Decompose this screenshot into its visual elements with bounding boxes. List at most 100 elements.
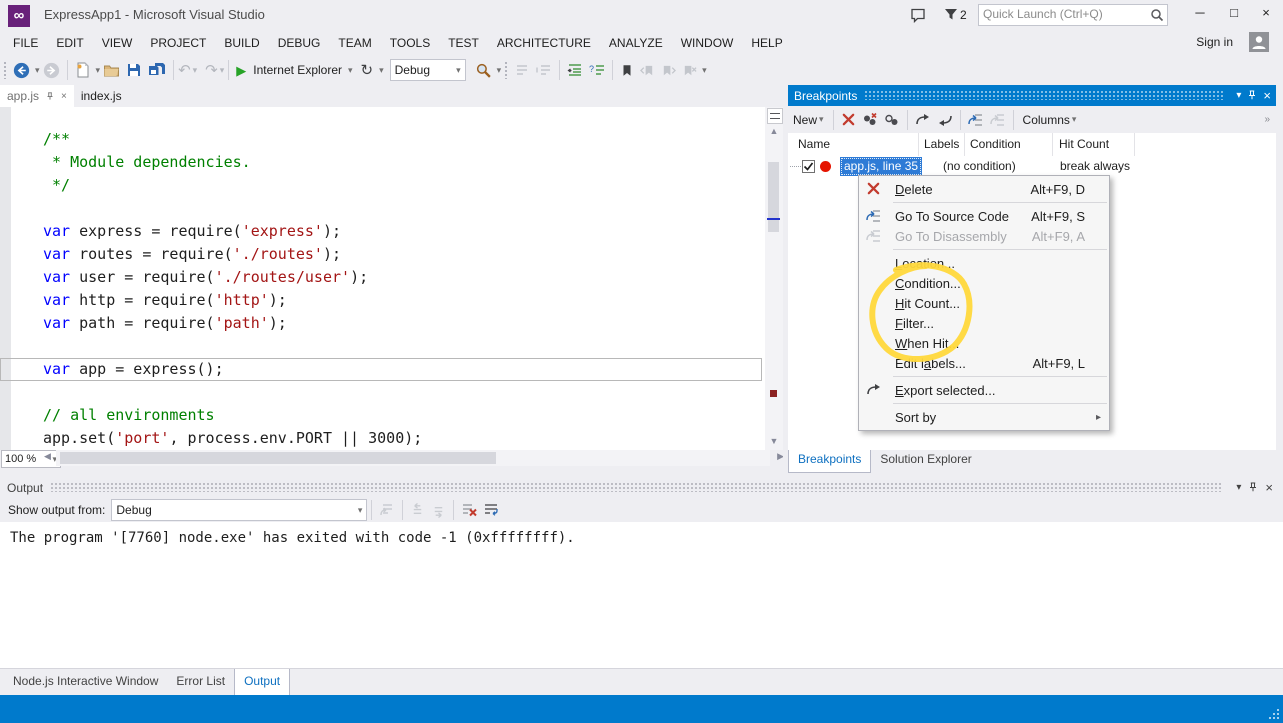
new-file-caret-icon[interactable]: ▾ [96, 66, 101, 75]
bottom-tab-error-list[interactable]: Error List [167, 669, 234, 696]
previous-message-button[interactable] [408, 498, 427, 522]
close-button[interactable]: × [1251, 0, 1281, 26]
editor-horizontal-scrollbar[interactable]: ◀ ▶ [56, 450, 770, 466]
new-file-button[interactable] [73, 58, 93, 82]
find-caret-icon[interactable]: ▾ [497, 66, 502, 75]
menu-item-build[interactable]: BUILD [215, 36, 268, 50]
find-message-button[interactable] [377, 498, 397, 522]
context-menu-item-filter[interactable]: Filter... [859, 313, 1109, 333]
navigate-forward-button[interactable] [41, 58, 62, 82]
context-menu-item-location[interactable]: Location... [859, 253, 1109, 273]
go-to-disassembly-button[interactable] [988, 108, 1008, 132]
output-menu-caret-icon[interactable]: ▾ [1236, 483, 1241, 493]
column-header-labels[interactable]: Labels [924, 137, 959, 151]
breakpoint-name[interactable]: app.js, line 35 [840, 157, 922, 176]
context-menu-item-delete[interactable]: DeleteAlt+F9, D [859, 179, 1109, 199]
delete-breakpoint-button[interactable] [839, 108, 858, 132]
output-pin-icon[interactable] [1247, 481, 1259, 494]
refresh-caret-icon[interactable]: ▾ [379, 66, 384, 75]
next-bookmark-button[interactable] [659, 58, 678, 82]
menu-item-help[interactable]: HELP [742, 36, 791, 50]
user-avatar-icon[interactable] [1249, 32, 1269, 52]
columns-button[interactable]: Columns ▾ [1018, 113, 1082, 127]
context-menu-item-hit-count[interactable]: Hit Count... [859, 293, 1109, 313]
redo-caret-icon[interactable]: ▾ [220, 66, 225, 75]
save-button[interactable] [124, 58, 144, 82]
maximize-button[interactable]: □ [1219, 0, 1249, 26]
toolbar-overflow-caret-icon[interactable]: ▾ [702, 66, 707, 75]
scroll-down-icon[interactable]: ▼ [765, 437, 783, 446]
sign-in-link[interactable]: Sign in [1196, 35, 1233, 49]
format-selection-button[interactable]: ? [587, 58, 607, 82]
undo-button[interactable]: ↶ [178, 63, 191, 78]
menu-item-analyze[interactable]: ANALYZE [600, 36, 672, 50]
breakpoint-checkbox[interactable] [802, 160, 815, 173]
clear-bookmarks-button[interactable] [680, 58, 699, 82]
go-to-source-button[interactable] [966, 108, 986, 132]
undo-caret-icon[interactable]: ▾ [193, 66, 198, 75]
panel-menu-caret-icon[interactable]: ▾ [1236, 91, 1241, 101]
toolbar-grip[interactable] [3, 61, 7, 79]
column-header-name[interactable]: Name [798, 137, 830, 151]
column-header-condition[interactable]: Condition [970, 137, 1021, 151]
context-menu-item-export-selected[interactable]: Export selected... [859, 380, 1109, 400]
menu-item-window[interactable]: WINDOW [672, 36, 743, 50]
context-menu-item-go-to-source-code[interactable]: Go To Source CodeAlt+F9, S [859, 206, 1109, 226]
next-message-button[interactable] [429, 498, 448, 522]
bottom-tab-output[interactable]: Output [234, 669, 290, 697]
menu-item-test[interactable]: TEST [439, 36, 488, 50]
pin-icon[interactable] [45, 91, 55, 102]
comment-out-button[interactable] [512, 58, 532, 82]
clear-all-output-button[interactable] [459, 498, 479, 522]
output-title-bar[interactable]: Output ▾ × [0, 477, 1283, 498]
feedback-icon[interactable] [910, 7, 928, 23]
breakpoints-title-bar[interactable]: Breakpoints ▾ × [788, 85, 1276, 106]
save-all-button[interactable] [146, 58, 168, 82]
minimize-button[interactable]: ─ [1185, 0, 1215, 26]
scroll-up-icon[interactable]: ▲ [765, 127, 783, 136]
breakpoint-row[interactable]: app.js, line 35 (no condition) break alw… [788, 157, 1276, 176]
redo-button[interactable]: ↷ [205, 63, 218, 78]
menu-item-project[interactable]: PROJECT [141, 36, 215, 50]
new-breakpoint-button[interactable]: New ▾ [788, 113, 829, 127]
output-text-area[interactable]: The program '[7760] node.exe' has exited… [0, 522, 1283, 668]
code-editor[interactable]: /** * Module dependencies. */var express… [0, 107, 765, 450]
quick-launch-input[interactable] [979, 5, 1145, 23]
close-tab-icon[interactable]: × [61, 91, 67, 102]
panel-close-icon[interactable]: × [1263, 89, 1271, 102]
toolbar-grip-2[interactable] [504, 61, 508, 79]
decrease-indent-button[interactable] [565, 58, 585, 82]
context-menu-item-when-hit[interactable]: When Hit... [859, 333, 1109, 353]
editor-vertical-scrollbar[interactable]: ▲ ▼ [765, 107, 783, 450]
menu-item-view[interactable]: VIEW [93, 36, 142, 50]
vertical-scroll-thumb[interactable] [768, 162, 779, 232]
find-in-files-button[interactable] [473, 58, 494, 82]
context-menu-item-sort-by[interactable]: Sort by▸ [859, 407, 1109, 427]
menu-item-team[interactable]: TEAM [329, 36, 380, 50]
menu-item-debug[interactable]: DEBUG [269, 36, 330, 50]
resize-grip[interactable] [1268, 708, 1281, 721]
toggle-all-breakpoints-button[interactable] [882, 108, 902, 132]
editor-zoom-select[interactable]: 100 % ▾ [1, 450, 61, 468]
word-wrap-button[interactable] [481, 498, 501, 522]
open-file-button[interactable] [101, 58, 122, 82]
scroll-left-icon[interactable]: ◀ [44, 452, 51, 461]
panel-tab-solution-explorer[interactable]: Solution Explorer [871, 450, 980, 472]
menu-item-file[interactable]: FILE [4, 36, 47, 50]
browse-target-label[interactable]: Internet Explorer [253, 63, 342, 77]
context-menu-item-condition[interactable]: Condition... [859, 273, 1109, 293]
uncomment-button[interactable] [534, 58, 554, 82]
bottom-tab-node-js-interactive-window[interactable]: Node.js Interactive Window [4, 669, 167, 696]
output-close-icon[interactable]: × [1265, 481, 1273, 494]
browse-target-caret-icon[interactable]: ▾ [348, 66, 353, 75]
editor-tab-app-js[interactable]: app.js× [0, 85, 74, 107]
column-header-hit-count[interactable]: Hit Count [1059, 137, 1109, 151]
pin-icon[interactable] [1246, 89, 1258, 102]
back-dropdown-caret-icon[interactable]: ▾ [35, 66, 40, 75]
previous-bookmark-button[interactable] [638, 58, 657, 82]
split-window-handle[interactable] [767, 108, 783, 124]
refresh-icon[interactable]: ↻ [361, 63, 374, 78]
menu-item-tools[interactable]: TOOLS [381, 36, 439, 50]
editor-tab-index-js[interactable]: index.js [74, 85, 129, 107]
start-debug-play-icon[interactable]: ▶ [236, 64, 246, 77]
